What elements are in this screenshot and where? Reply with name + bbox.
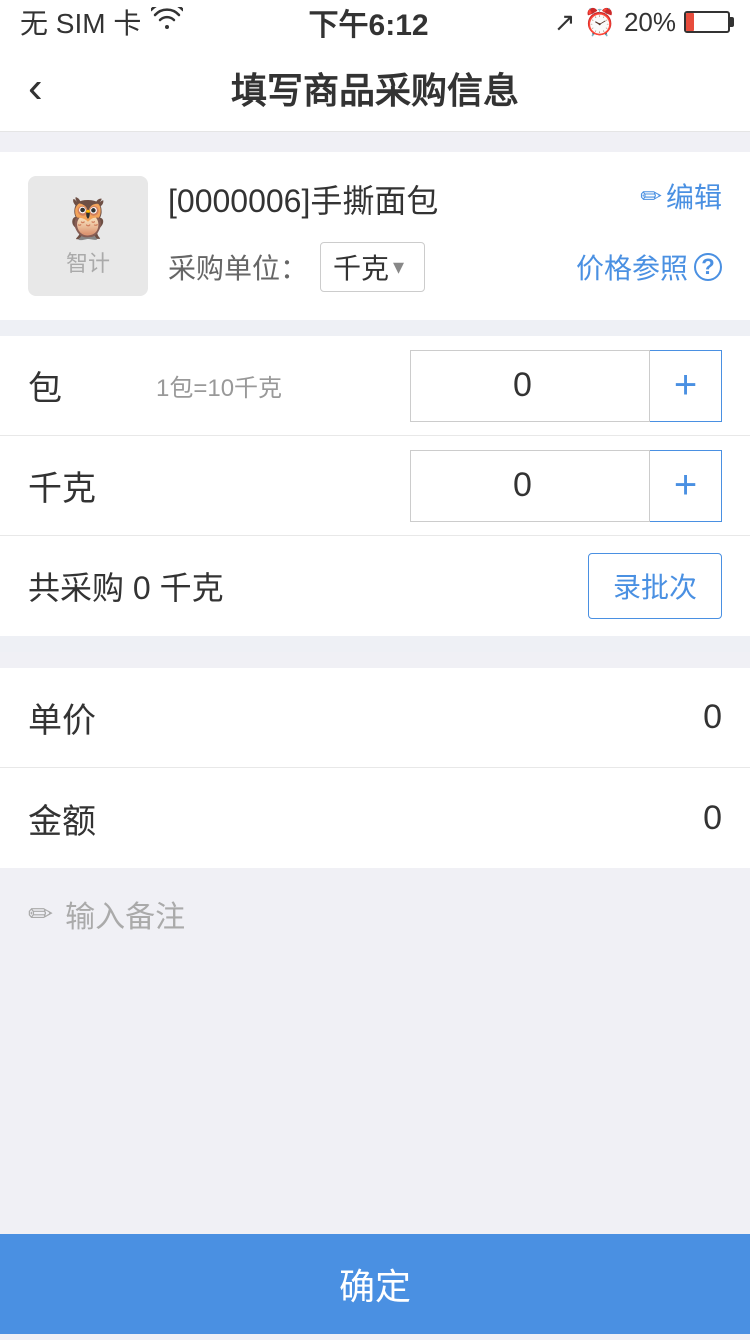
product-name: [0000006]手撕面包 xyxy=(168,176,640,222)
price-ref-label: 价格参照 xyxy=(576,247,688,287)
alarm-icon: ⏰ xyxy=(584,7,616,38)
status-right: ↗ ⏰ 20% xyxy=(554,7,730,38)
status-left: 无 SIM 卡 xyxy=(20,2,183,42)
unit-label: 采购单位： xyxy=(168,247,308,287)
product-info: [0000006]手撕面包 ✏ 编辑 采购单位： 千克 ▾ 价格参照 ? xyxy=(168,176,722,292)
input-section: 包 1包=10千克 + 千克 + xyxy=(0,336,750,536)
nav-bar: ‹ 填写商品采购信息 xyxy=(0,44,750,132)
price-reference-button[interactable]: 价格参照 ? xyxy=(576,247,722,287)
wifi-icon xyxy=(151,6,183,38)
status-time: 下午6:12 xyxy=(309,0,429,44)
unit-select-button[interactable]: 千克 ▾ xyxy=(320,242,425,292)
battery-icon xyxy=(684,11,730,33)
notes-section[interactable]: ✏ 输入备注 xyxy=(0,868,750,960)
bag-sub-label: 1包=10千克 xyxy=(156,368,282,403)
section-divider-1 xyxy=(0,320,750,336)
edit-button[interactable]: ✏ 编辑 xyxy=(640,176,722,216)
status-bar: 无 SIM 卡 下午6:12 ↗ ⏰ 20% xyxy=(0,0,750,44)
bag-input-wrapper: + xyxy=(282,350,722,422)
product-header: [0000006]手撕面包 ✏ 编辑 xyxy=(168,176,722,222)
amount-label: 金额 xyxy=(28,794,96,843)
page-title: 填写商品采购信息 xyxy=(231,62,519,114)
edit-icon: ✏ xyxy=(640,181,662,212)
kg-plus-button[interactable]: + xyxy=(650,450,722,522)
location-icon: ↗ xyxy=(554,7,576,38)
info-icon: ? xyxy=(694,253,722,281)
brand-label: 智计 xyxy=(66,246,110,278)
kg-quantity-input[interactable] xyxy=(410,450,650,522)
amount-row: 金额 0 xyxy=(0,768,750,868)
chevron-down-icon: ▾ xyxy=(393,254,404,280)
back-button[interactable]: ‹ xyxy=(28,63,43,113)
unit-price-row: 单价 0 xyxy=(0,668,750,768)
summary-row: 共采购 0 千克 录批次 xyxy=(0,536,750,636)
bag-label: 包 xyxy=(28,361,148,410)
product-image: 🦉 智计 xyxy=(28,176,148,296)
confirm-button[interactable]: 确定 xyxy=(0,1234,750,1334)
section-divider-2 xyxy=(0,636,750,652)
unit-price-value: 0 xyxy=(703,698,722,737)
owl-icon: 🦉 xyxy=(63,195,113,242)
bag-input-row: 包 1包=10千克 + xyxy=(0,336,750,436)
carrier-text: 无 SIM 卡 xyxy=(20,2,141,42)
bag-quantity-input[interactable] xyxy=(410,350,650,422)
pencil-icon: ✏ xyxy=(28,897,53,932)
summary-text: 共采购 0 千克 xyxy=(28,563,224,609)
price-section: 单价 0 金额 0 xyxy=(0,668,750,868)
battery-percent: 20% xyxy=(624,7,676,38)
kg-input-wrapper: + xyxy=(148,450,722,522)
notes-placeholder: 输入备注 xyxy=(65,892,185,936)
unit-value: 千克 xyxy=(333,247,389,287)
product-card: 🦉 智计 [0000006]手撕面包 ✏ 编辑 采购单位： 千克 ▾ 价格参照 … xyxy=(0,152,750,320)
unit-price-label: 单价 xyxy=(28,693,96,742)
kg-input-row: 千克 + xyxy=(0,436,750,536)
amount-value: 0 xyxy=(703,799,722,838)
record-batch-button[interactable]: 录批次 xyxy=(588,553,722,619)
bag-plus-button[interactable]: + xyxy=(650,350,722,422)
kg-label: 千克 xyxy=(28,461,148,510)
product-unit: 采购单位： 千克 ▾ 价格参照 ? xyxy=(168,242,722,292)
